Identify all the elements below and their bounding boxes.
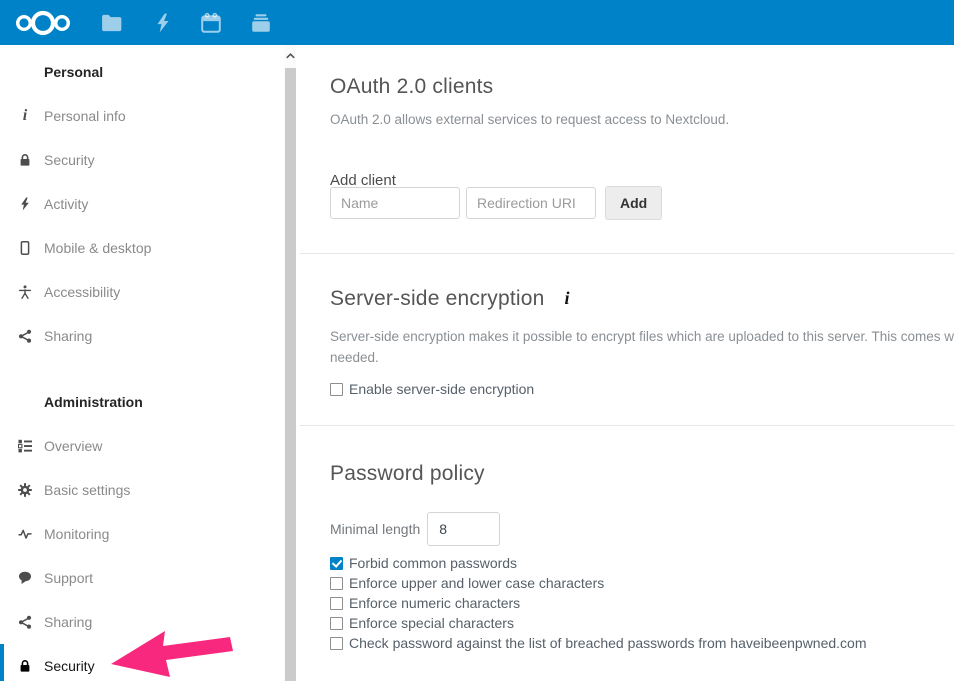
checkbox-label: Check password against the list of breac… [349,635,867,651]
check-haveibeenpwned-checkbox[interactable] [330,637,343,650]
enable-encryption-checkbox[interactable] [330,383,343,396]
deck-icon[interactable] [250,12,272,34]
folder-icon[interactable] [101,12,123,34]
encryption-description-line1: Server-side encryption makes it possible… [330,326,954,347]
add-client-form: Add [330,203,954,253]
sidebar-item-security-personal[interactable]: Security [0,138,300,182]
gear-icon [18,483,32,497]
encryption-description-line2: needed. [330,347,954,368]
sidebar-scrollbar[interactable] [284,45,296,681]
sidebar-item-label: Personal info [44,108,126,124]
sidebar-item-label: Basic settings [44,482,130,498]
enforce-upper-lower-checkbox[interactable] [330,577,343,590]
scroll-up-arrow-icon[interactable] [284,48,296,64]
lightning-icon[interactable] [152,12,174,34]
lock-icon [18,153,32,167]
sidebar-item-sharing-admin[interactable]: Sharing [0,600,300,644]
add-client-button[interactable]: Add [605,186,662,220]
forbid-common-passwords-checkbox[interactable] [330,557,343,570]
minimal-length-label: Minimal length [330,521,420,537]
lock-icon [18,659,32,673]
calendar-icon[interactable] [200,12,222,34]
checkbox-label: Enforce upper and lower case characters [349,575,604,591]
accessibility-icon [18,285,32,299]
sidebar-item-activity[interactable]: Activity [0,182,300,226]
sidebar-item-accessibility[interactable]: Accessibility [0,270,300,314]
sidebar-item-label: Sharing [44,328,92,344]
sidebar-item-label: Security [44,658,95,674]
sidebar-item-label: Security [44,152,95,168]
sidebar-item-monitoring[interactable]: Monitoring [0,512,300,556]
minimal-length-input[interactable] [427,512,500,546]
sidebar-item-label: Mobile & desktop [44,240,151,256]
enforce-special-checkbox[interactable] [330,617,343,630]
scrollbar-thumb[interactable] [285,68,296,681]
sidebar-item-personal-info[interactable]: i Personal info [0,94,300,138]
phone-icon [18,241,32,255]
encryption-section: Server-side encryption i Server-side enc… [300,253,954,425]
enforce-special-row[interactable]: Enforce special characters [330,613,954,633]
sidebar-caption-administration: Administration [0,380,300,424]
info-icon[interactable]: i [565,288,570,309]
checkbox-label: Forbid common passwords [349,555,517,571]
share-icon [18,615,32,629]
forbid-common-passwords-row[interactable]: Forbid common passwords [330,553,954,573]
sidebar-caption-personal: Personal [0,50,300,94]
chat-icon [18,571,32,585]
info-icon: i [18,109,32,123]
settings-sidebar: Personal i Personal info Security Activi… [0,45,300,681]
sidebar-item-label: Activity [44,196,88,212]
client-name-input[interactable] [330,187,460,219]
oauth-section: OAuth 2.0 clients OAuth 2.0 allows exter… [300,72,954,253]
lightning-icon [18,197,32,211]
check-haveibeenpwned-row[interactable]: Check password against the list of breac… [330,633,954,653]
enforce-upper-lower-row[interactable]: Enforce upper and lower case characters [330,573,954,593]
redirection-uri-input[interactable] [466,187,596,219]
monitoring-icon [18,527,32,541]
list-icon [18,439,32,453]
sidebar-item-label: Sharing [44,614,92,630]
minimal-length-row: Minimal length [330,512,954,546]
enable-encryption-label: Enable server-side encryption [349,381,534,397]
oauth-title: OAuth 2.0 clients [330,72,954,101]
checkbox-label: Enforce numeric characters [349,595,520,611]
enforce-numeric-row[interactable]: Enforce numeric characters [330,593,954,613]
settings-content: OAuth 2.0 clients OAuth 2.0 allows exter… [300,45,954,653]
sidebar-item-mobile-desktop[interactable]: Mobile & desktop [0,226,300,270]
sidebar-item-sharing-personal[interactable]: Sharing [0,314,300,358]
password-policy-checkboxes: Forbid common passwords Enforce upper an… [330,553,954,653]
enable-encryption-row[interactable]: Enable server-side encryption [330,381,954,397]
sidebar-item-support[interactable]: Support [0,556,300,600]
sidebar-item-security-admin[interactable]: Security [0,644,300,681]
password-policy-section: Password policy Minimal length Forbid co… [300,425,954,653]
oauth-description: OAuth 2.0 allows external services to re… [330,110,954,129]
sidebar-item-basic-settings[interactable]: Basic settings [0,468,300,512]
password-policy-title: Password policy [330,459,954,488]
sidebar-item-label: Accessibility [44,284,120,300]
share-icon [18,329,32,343]
enforce-numeric-checkbox[interactable] [330,597,343,610]
sidebar-item-label: Monitoring [44,526,109,542]
sidebar-item-overview[interactable]: Overview [0,424,300,468]
encryption-title: Server-side encryption [330,284,545,313]
top-header-bar [0,0,954,45]
nextcloud-logo[interactable] [10,9,76,37]
checkbox-label: Enforce special characters [349,615,514,631]
sidebar-item-label: Support [44,570,93,586]
sidebar-item-label: Overview [44,438,102,454]
